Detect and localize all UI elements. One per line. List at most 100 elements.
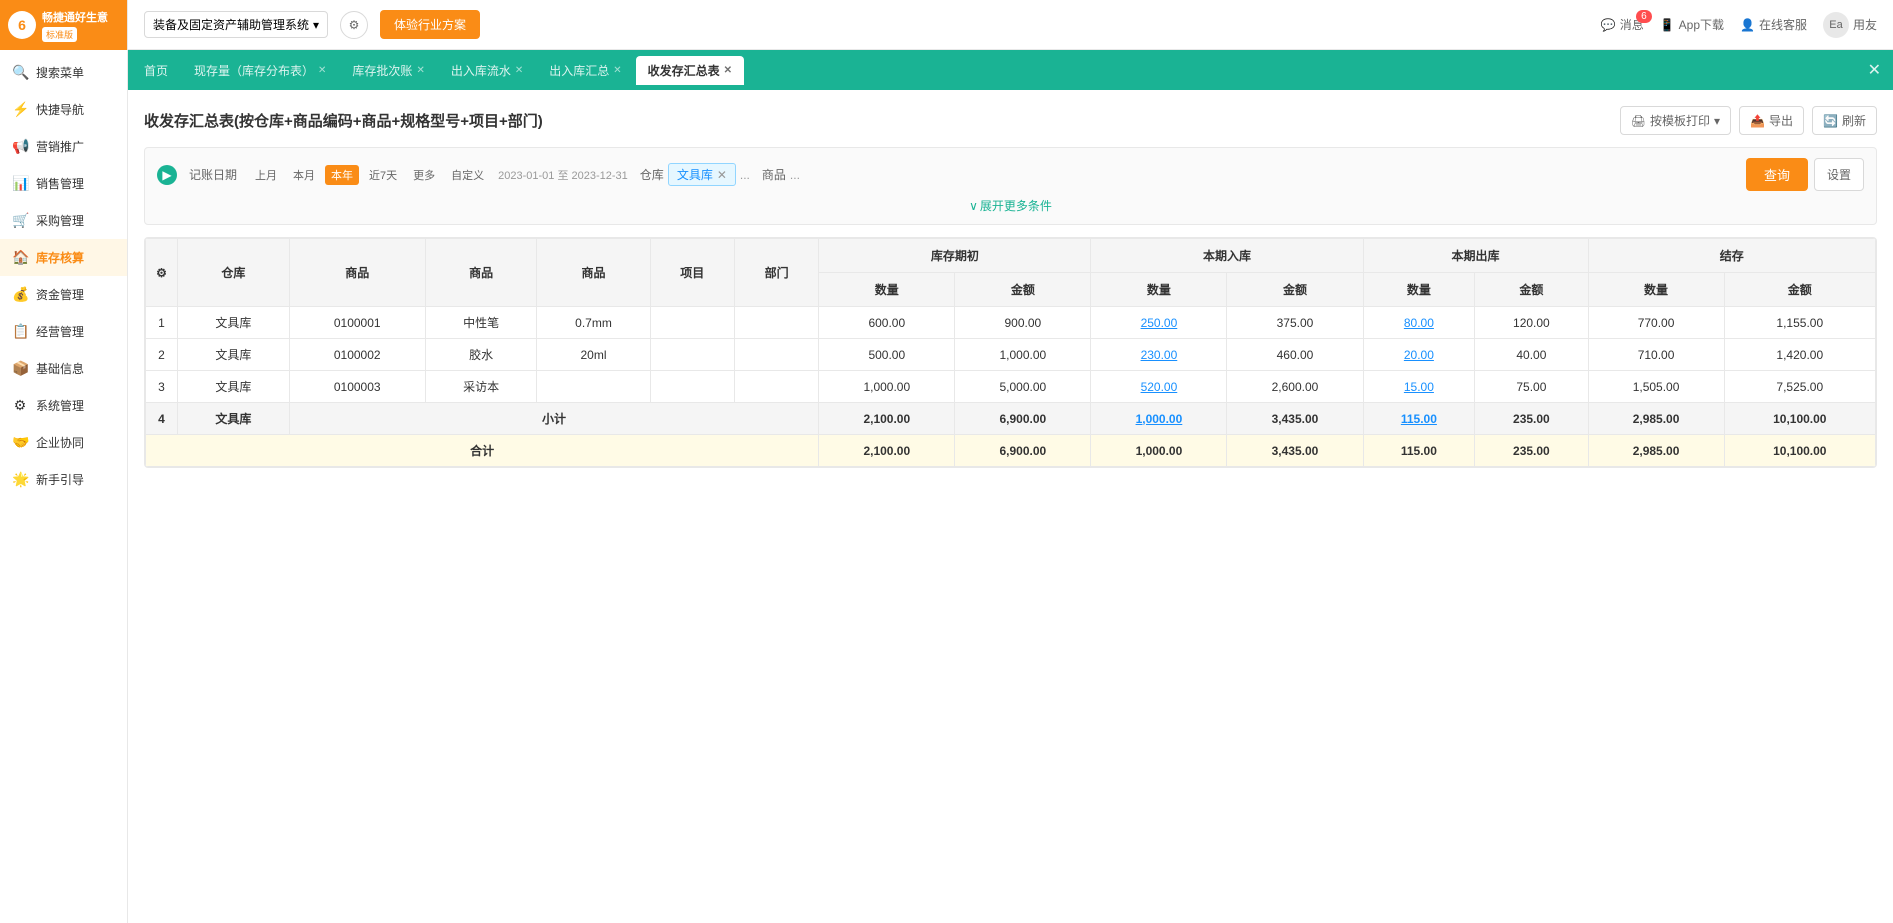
page-actions: 🖨 按模板打印 ▾ 📤 导出 🔄 刷新 bbox=[1620, 106, 1877, 135]
tab-close-icon[interactable]: ✕ bbox=[318, 65, 326, 76]
sidebar-item-purchase[interactable]: 🛒 采购管理 bbox=[0, 202, 127, 239]
guide-icon: 🌟 bbox=[12, 471, 28, 488]
date-this-month[interactable]: 本月 bbox=[287, 165, 321, 185]
cell-inbound-qty[interactable]: 520.00 bbox=[1091, 371, 1227, 403]
th-opening: 库存期初 bbox=[819, 239, 1091, 273]
tab-label: 现存量（库存分布表） bbox=[194, 62, 314, 79]
search-icon: 🔍 bbox=[12, 64, 28, 81]
tab-inout-summary[interactable]: 出入库汇总 ✕ bbox=[537, 56, 633, 85]
filter-row: ▶ 记账日期 上月 本月 本年 近7天 更多 自定义 2023-01-01 至 … bbox=[157, 158, 1864, 191]
app-download-label: App下载 bbox=[1679, 16, 1724, 33]
th-outbound-amt: 金额 bbox=[1475, 273, 1588, 307]
date-7days[interactable]: 近7天 bbox=[363, 165, 403, 185]
expand-row: ∨ 展开更多条件 bbox=[157, 197, 1864, 214]
cell-outbound-qty[interactable]: 15.00 bbox=[1363, 371, 1475, 403]
cell-opening-amt: 900.00 bbox=[955, 307, 1091, 339]
settings-icon[interactable]: ⚙ bbox=[340, 11, 368, 39]
th-product-spec: 商品 bbox=[537, 239, 650, 307]
expand-more-button[interactable]: ∨ 展开更多条件 bbox=[969, 197, 1052, 214]
sidebar-item-enterprise[interactable]: 🤝 企业协同 bbox=[0, 424, 127, 461]
cell-opening-qty: 1,000.00 bbox=[819, 371, 955, 403]
flash-icon: ⚡ bbox=[12, 101, 28, 118]
tab-close-icon[interactable]: ✕ bbox=[724, 65, 732, 76]
cell-outbound-qty[interactable]: 115.00 bbox=[1363, 403, 1475, 435]
system-icon: ⚙ bbox=[12, 397, 28, 414]
filter-expand-button[interactable]: ▶ bbox=[157, 165, 177, 185]
sidebar-item-guide[interactable]: 🌟 新手引导 bbox=[0, 461, 127, 498]
message-action[interactable]: 💬 消息 6 bbox=[1601, 16, 1644, 33]
warehouse-more[interactable]: ... bbox=[740, 168, 750, 182]
th-inbound: 本期入库 bbox=[1091, 239, 1363, 273]
page-inner: 收发存汇总表(按仓库+商品编码+商品+规格型号+项目+部门) 🖨 按模板打印 ▾… bbox=[128, 90, 1893, 923]
sidebar-item-label: 经营管理 bbox=[36, 323, 84, 340]
cell-outbound-qty[interactable]: 20.00 bbox=[1363, 339, 1475, 371]
cell-inbound-qty[interactable]: 230.00 bbox=[1091, 339, 1227, 371]
sidebar: 6 畅捷通好生意 标准版 🔍 搜索菜单 ⚡ 快捷导航 📢 营销推广 📊 销售管理… bbox=[0, 0, 128, 923]
sidebar-item-search[interactable]: 🔍 搜索菜单 bbox=[0, 54, 127, 91]
tab-close-icon[interactable]: ✕ bbox=[613, 65, 621, 76]
system-selector[interactable]: 装备及固定资产辅助管理系统 ▾ bbox=[144, 11, 328, 38]
cell-product-name: 胶水 bbox=[425, 339, 537, 371]
cell-project bbox=[650, 371, 734, 403]
tab-close-icon[interactable]: ✕ bbox=[416, 65, 424, 76]
avatar: Ea bbox=[1823, 12, 1849, 38]
date-more[interactable]: 更多 bbox=[407, 165, 441, 185]
cell-opening-qty: 2,100.00 bbox=[819, 403, 955, 435]
sidebar-item-system[interactable]: ⚙ 系统管理 bbox=[0, 387, 127, 424]
chevron-down-icon: ▾ bbox=[313, 18, 319, 32]
tab-close-icon[interactable]: ✕ bbox=[515, 65, 523, 76]
user-action[interactable]: Ea 用友 bbox=[1823, 12, 1877, 38]
query-button[interactable]: 查询 bbox=[1746, 158, 1808, 191]
data-table-wrap: ⚙ 仓库 商品 商品 商品 项目 部门 库存期初 本期入库 本期出库 结存 bbox=[144, 237, 1877, 468]
sidebar-item-operation[interactable]: 📋 经营管理 bbox=[0, 313, 127, 350]
sidebar-item-finance[interactable]: 💰 资金管理 bbox=[0, 276, 127, 313]
close-all-tabs[interactable]: ✕ bbox=[1860, 56, 1889, 84]
cell-closing-qty: 770.00 bbox=[1588, 307, 1724, 339]
tab-label: 库存批次账 bbox=[352, 62, 412, 79]
sidebar-item-inventory[interactable]: 🏠 库存核算 bbox=[0, 239, 127, 276]
marketing-icon: 📢 bbox=[12, 138, 28, 155]
tab-stock-dist[interactable]: 现存量（库存分布表） ✕ bbox=[182, 56, 338, 85]
cell-outbound-qty[interactable]: 80.00 bbox=[1363, 307, 1475, 339]
cell-seq: 1 bbox=[146, 307, 178, 339]
sidebar-item-label: 企业协同 bbox=[36, 434, 84, 451]
date-this-year[interactable]: 本年 bbox=[325, 165, 359, 185]
cell-outbound-amt: 75.00 bbox=[1475, 371, 1588, 403]
export-button[interactable]: 📤 导出 bbox=[1739, 106, 1804, 135]
main-content: 装备及固定资产辅助管理系统 ▾ ⚙ 体验行业方案 💬 消息 6 📱 App下载 … bbox=[128, 0, 1893, 923]
product-more[interactable]: ... bbox=[790, 168, 800, 182]
sidebar-item-sales[interactable]: 📊 销售管理 bbox=[0, 165, 127, 202]
sidebar-item-basic[interactable]: 📦 基础信息 bbox=[0, 350, 127, 387]
filter-settings-button[interactable]: 设置 bbox=[1814, 158, 1864, 191]
th-department: 部门 bbox=[734, 239, 818, 307]
th-settings[interactable]: ⚙ bbox=[146, 239, 178, 307]
trial-button[interactable]: 体验行业方案 bbox=[380, 10, 480, 39]
th-project: 项目 bbox=[650, 239, 734, 307]
refresh-button[interactable]: 🔄 刷新 bbox=[1812, 106, 1877, 135]
cell-closing-qty: 2,985.00 bbox=[1588, 403, 1724, 435]
th-closing: 结存 bbox=[1588, 239, 1875, 273]
user-label: 用友 bbox=[1853, 16, 1877, 33]
print-button[interactable]: 🖨 按模板打印 ▾ bbox=[1620, 106, 1731, 135]
expand-label: 展开更多条件 bbox=[980, 197, 1052, 214]
sidebar-item-quick-nav[interactable]: ⚡ 快捷导航 bbox=[0, 91, 127, 128]
app-download-action[interactable]: 📱 App下载 bbox=[1660, 16, 1724, 33]
tab-recv-summary[interactable]: 收发存汇总表 ✕ bbox=[636, 56, 744, 85]
warehouse-tag[interactable]: 文具库 ✕ bbox=[668, 163, 736, 186]
cell-inbound-amt: 375.00 bbox=[1227, 307, 1363, 339]
date-custom[interactable]: 自定义 bbox=[445, 165, 490, 185]
export-icon: 📤 bbox=[1750, 114, 1765, 128]
sidebar-item-marketing[interactable]: 📢 营销推广 bbox=[0, 128, 127, 165]
sidebar-item-label: 搜索菜单 bbox=[36, 64, 84, 81]
cell-inbound-qty[interactable]: 250.00 bbox=[1091, 307, 1227, 339]
date-prev-month[interactable]: 上月 bbox=[249, 165, 283, 185]
tab-home[interactable]: 首页 bbox=[132, 56, 180, 85]
date-group: 上月 本月 本年 近7天 更多 自定义 2023-01-01 至 2023-12… bbox=[249, 165, 628, 185]
cell-inbound-qty[interactable]: 1,000.00 bbox=[1091, 403, 1227, 435]
date-range: 2023-01-01 至 2023-12-31 bbox=[498, 167, 628, 183]
tab-inout-flow[interactable]: 出入库流水 ✕ bbox=[439, 56, 535, 85]
warehouse-tag-remove[interactable]: ✕ bbox=[717, 168, 727, 182]
cell-product-code: 0100001 bbox=[289, 307, 425, 339]
tab-batch[interactable]: 库存批次账 ✕ bbox=[340, 56, 436, 85]
online-service-action[interactable]: 👤 在线客服 bbox=[1740, 16, 1807, 33]
